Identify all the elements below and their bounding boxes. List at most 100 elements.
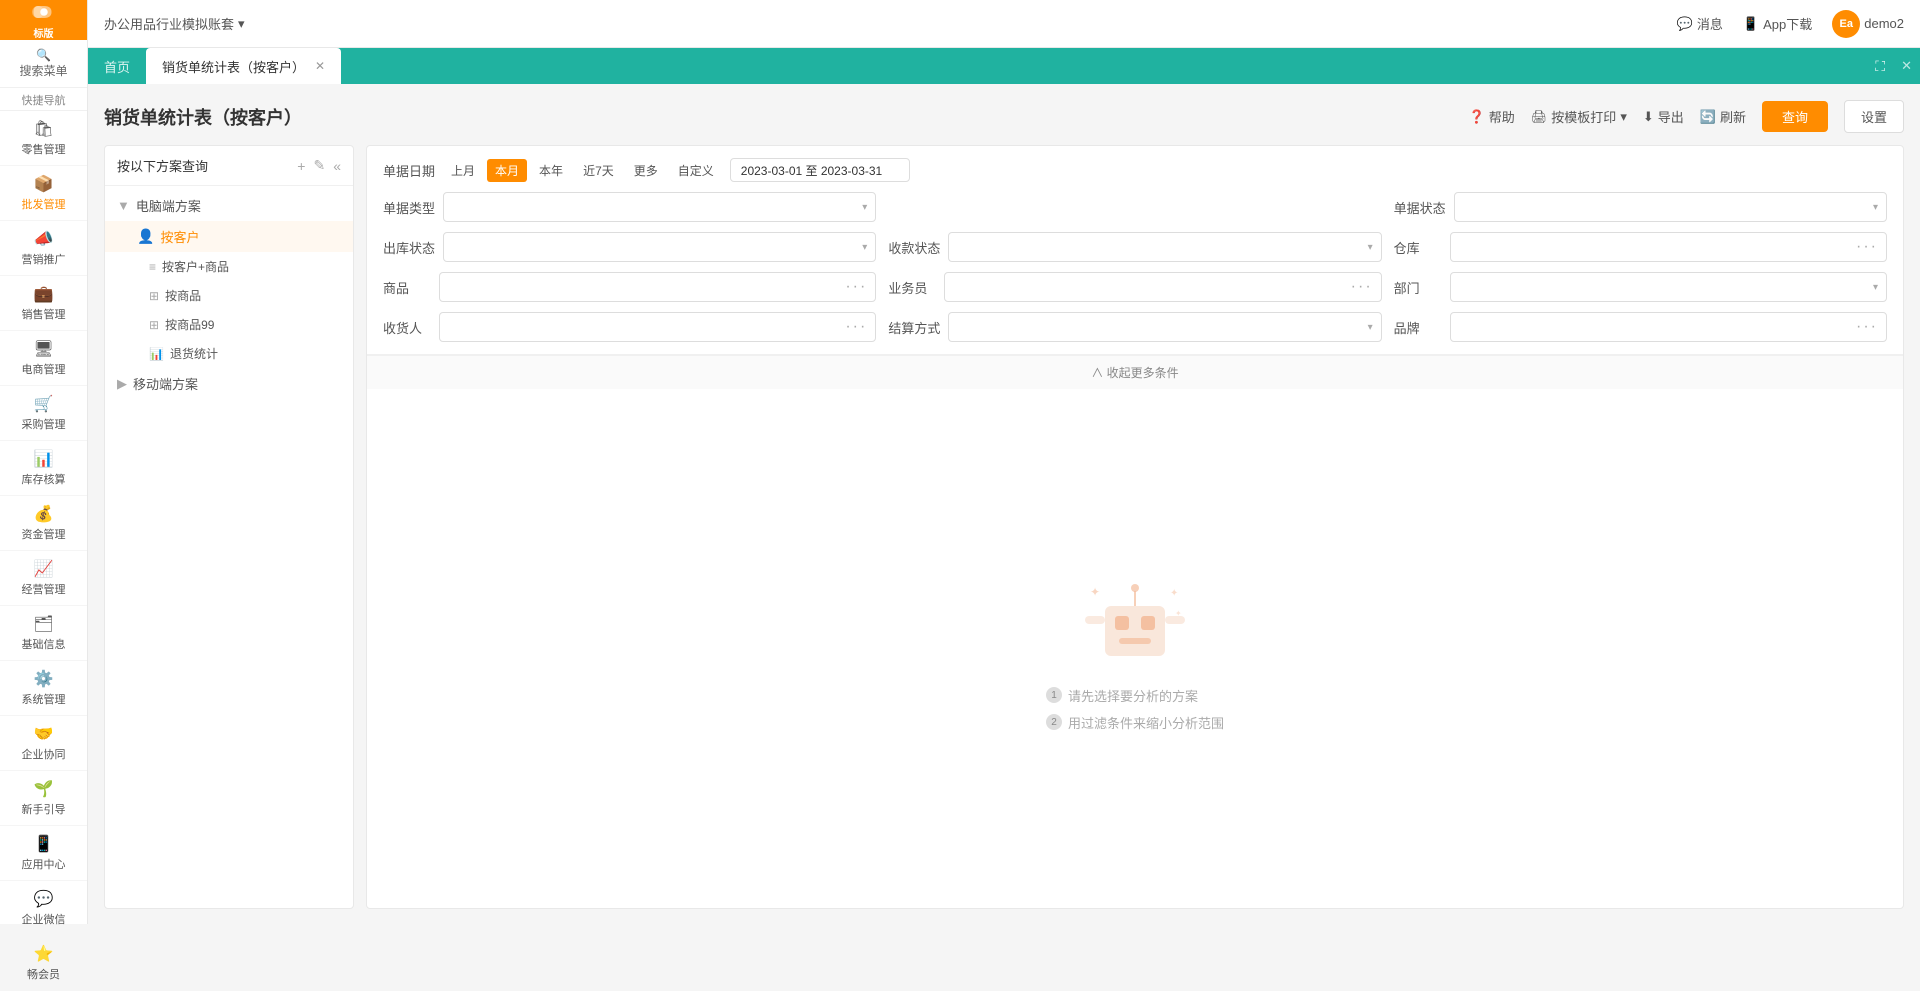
- operation-icon: 📈: [34, 559, 54, 579]
- sidebar-item-finance[interactable]: 💰 资金管理: [0, 496, 87, 551]
- mobile-group[interactable]: ▶ 移动端方案: [105, 368, 353, 399]
- sidebar-item-purchase[interactable]: 🛒 采购管理: [0, 386, 87, 441]
- appstore-icon: 📱: [34, 834, 54, 854]
- date-tab-this-year[interactable]: 本年: [531, 159, 571, 182]
- maximize-btn[interactable]: ⛶: [1867, 58, 1893, 75]
- settle-method-label: 结算方式: [888, 318, 940, 337]
- brand-input[interactable]: ···: [1450, 312, 1887, 342]
- mobile-group-label: 移动端方案: [133, 374, 198, 393]
- panel-title: 按以下方案查询: [117, 156, 208, 175]
- sidebar-item-sales[interactable]: 💼 销售管理: [0, 276, 87, 331]
- brand-label: 品牌: [1394, 318, 1442, 337]
- panel-header-actions: + ✎ «: [297, 157, 341, 174]
- out-status-input[interactable]: ▾: [443, 232, 876, 262]
- message-btn[interactable]: 💬 消息: [1677, 14, 1723, 33]
- wechat-icon: 💬: [34, 889, 54, 909]
- close-window-btn[interactable]: ✕: [1901, 58, 1912, 74]
- goods-input[interactable]: ···: [439, 272, 876, 302]
- add-scheme-btn[interactable]: +: [297, 158, 305, 174]
- settle-method-input[interactable]: ▾: [948, 312, 1381, 342]
- scheme-by-goods[interactable]: ⊞ 按商品: [105, 281, 353, 310]
- sidebar-item-retail[interactable]: 🛍 零售管理: [0, 111, 87, 166]
- sidebar-item-vip[interactable]: ⭐ 畅会员: [0, 936, 87, 991]
- export-btn[interactable]: ⬇ 导出: [1643, 107, 1684, 126]
- page-actions: ❓ 帮助 🖨 按模板打印 ▾ ⬇ 导出 🔄 刷新 查询 设置: [1469, 100, 1904, 133]
- goods-label: 商品: [383, 278, 431, 297]
- basic-icon: 🗂: [33, 614, 53, 634]
- filter-doc-status: [888, 192, 1381, 222]
- date-tab-custom[interactable]: 自定义: [670, 159, 722, 182]
- refresh-icon: 🔄: [1700, 109, 1716, 125]
- sidebar-item-operation[interactable]: 📈 经营管理: [0, 551, 87, 606]
- date-tab-last-7[interactable]: 近7天: [575, 159, 622, 182]
- doc-status-input[interactable]: ▾: [1454, 192, 1887, 222]
- receiver-input[interactable]: ···: [439, 312, 876, 342]
- page-content: 销货单统计表（按客户） ❓ 帮助 🖨 按模板打印 ▾ ⬇ 导出 🔄 刷新: [88, 84, 1920, 924]
- filter-brand: 品牌 ···: [1394, 312, 1887, 342]
- sidebar-item-system[interactable]: ⚙️ 系统管理: [0, 661, 87, 716]
- collapse-filters-btn[interactable]: ∧ 收起更多条件: [367, 355, 1903, 389]
- help-btn[interactable]: ❓ 帮助: [1469, 107, 1515, 126]
- date-tab-last-month[interactable]: 上月: [443, 159, 483, 182]
- wholesale-icon: 📦: [34, 174, 54, 194]
- tab-sales-stat[interactable]: 销货单统计表（按客户） ✕: [146, 48, 341, 84]
- tab-home[interactable]: 首页: [88, 48, 146, 84]
- brand-dots: ···: [1856, 318, 1878, 336]
- sidebar-item-wholesale[interactable]: 📦 批发管理: [0, 166, 87, 221]
- settings-btn[interactable]: 设置: [1844, 100, 1904, 133]
- sidebar: 标版 🔍 搜索菜单 快捷导航 🛍 零售管理 📦 批发管理 📣 营销推广 💼 销售…: [0, 0, 88, 924]
- quick-nav-label[interactable]: 快捷导航: [0, 88, 87, 111]
- scheme-by-customer[interactable]: 👤 按客户: [105, 221, 353, 252]
- message-icon: 💬: [1677, 16, 1693, 32]
- sidebar-item-inventory[interactable]: 📊 库存核算: [0, 441, 87, 496]
- edit-scheme-btn[interactable]: ✎: [313, 157, 325, 174]
- sales-icon: 💼: [34, 284, 54, 304]
- scheme-return-stat[interactable]: 📊 退货统计: [105, 339, 353, 368]
- sales-stat-tab-label: 销货单统计表（按客户）: [162, 57, 305, 76]
- left-panel: 按以下方案查询 + ✎ « ▼ 电脑端方案 👤 按客户: [104, 145, 354, 909]
- sidebar-item-enterprise[interactable]: 🤝 企业协同: [0, 716, 87, 771]
- goods-dots: ···: [845, 278, 867, 296]
- search-menu-btn[interactable]: 🔍 搜索菜单: [0, 40, 87, 88]
- desktop-group-label: 电脑端方案: [136, 196, 201, 215]
- sidebar-item-wechat[interactable]: 💬 企业微信: [0, 881, 87, 936]
- warehouse-input[interactable]: ···: [1450, 232, 1887, 262]
- page-selector-dropdown[interactable]: 办公用品行业模拟账套 ▾: [104, 14, 245, 33]
- scheme-by-goods-99[interactable]: ⊞ 按商品99: [105, 310, 353, 339]
- retail-icon: 🛍: [33, 119, 53, 139]
- date-tab-this-month[interactable]: 本月: [487, 159, 527, 182]
- desktop-group[interactable]: ▼ 电脑端方案: [105, 190, 353, 221]
- empty-tip-2: 2 用过滤条件来缩小分析范围: [1046, 713, 1224, 732]
- print-template-btn[interactable]: 🖨 按模板打印 ▾: [1531, 107, 1627, 126]
- tab-close-icon[interactable]: ✕: [315, 59, 325, 73]
- collapse-panel-btn[interactable]: «: [333, 158, 341, 174]
- svg-text:✦: ✦: [1090, 585, 1100, 599]
- doc-type-arrow: ▾: [862, 202, 867, 213]
- system-icon: ⚙️: [34, 669, 54, 689]
- refresh-btn[interactable]: 🔄 刷新: [1700, 107, 1746, 126]
- sidebar-item-ecommerce[interactable]: 🖥 电商管理: [0, 331, 87, 386]
- payment-status-input[interactable]: ▾: [948, 232, 1381, 262]
- date-range-input[interactable]: [730, 158, 910, 182]
- salesperson-input[interactable]: ···: [944, 272, 1381, 302]
- sidebar-item-appstore[interactable]: 📱 应用中心: [0, 826, 87, 881]
- date-tab-more[interactable]: 更多: [626, 159, 666, 182]
- doc-type-input[interactable]: ▾: [443, 192, 876, 222]
- user-profile-btn[interactable]: Ea demo2: [1832, 10, 1904, 38]
- query-btn[interactable]: 查询: [1762, 101, 1828, 132]
- filter-receiver: 收货人 ···: [383, 312, 876, 342]
- chevron-down-icon: ▾: [238, 16, 245, 32]
- filter-out-status: 出库状态 ▾: [383, 232, 876, 262]
- scheme-by-customer-goods[interactable]: ≡ 按客户+商品: [105, 252, 353, 281]
- logo-text: 标版: [34, 25, 54, 40]
- dept-input[interactable]: ▾: [1450, 272, 1887, 302]
- tip-num-2: 2: [1046, 714, 1062, 730]
- collapse-icon: ∧: [1091, 366, 1103, 380]
- sidebar-item-newbie[interactable]: 🌱 新手引导: [0, 771, 87, 826]
- sidebar-item-marketing[interactable]: 📣 营销推广: [0, 221, 87, 276]
- app-download-btn[interactable]: 📱 App下载: [1743, 14, 1812, 33]
- home-tab-label: 首页: [104, 57, 130, 76]
- filter-dept: 部门 ▾: [1394, 272, 1887, 302]
- user-icon: 👤: [137, 228, 154, 245]
- sidebar-item-basic[interactable]: 🗂 基础信息: [0, 606, 87, 661]
